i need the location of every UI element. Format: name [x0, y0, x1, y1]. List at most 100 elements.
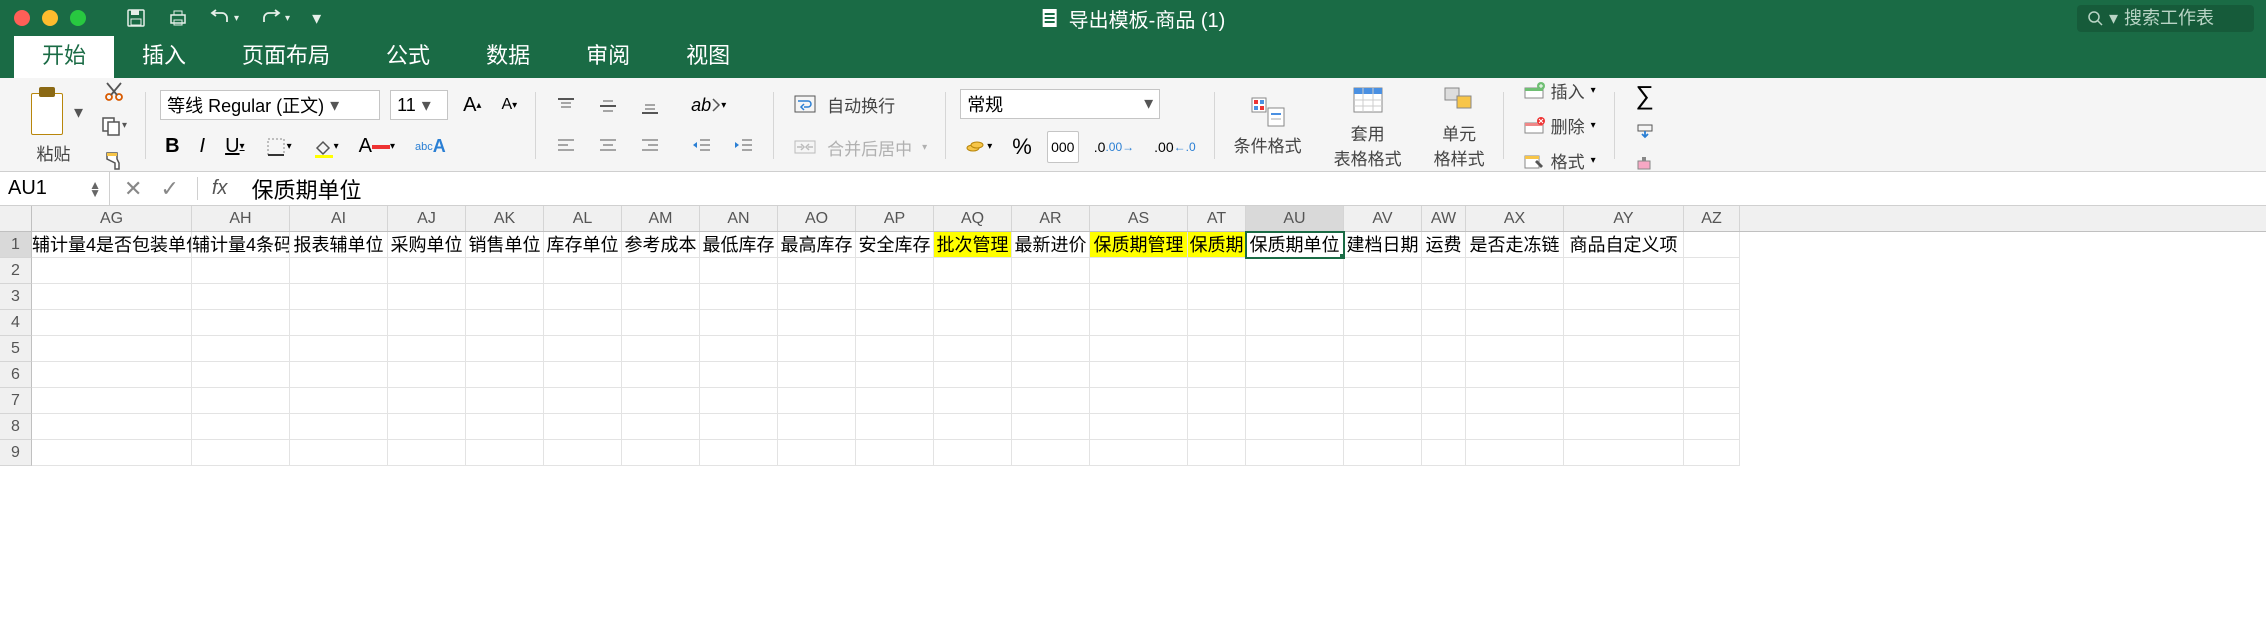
cell[interactable] — [778, 362, 856, 388]
cell[interactable] — [32, 414, 192, 440]
cell[interactable] — [388, 284, 466, 310]
cell[interactable] — [544, 388, 622, 414]
cell[interactable] — [856, 388, 934, 414]
row-header[interactable]: 9 — [0, 440, 32, 466]
align-middle-button[interactable] — [592, 92, 624, 120]
column-header-AM[interactable]: AM — [622, 206, 700, 231]
cell[interactable]: 建档日期 — [1344, 232, 1422, 258]
cell[interactable] — [1188, 336, 1246, 362]
cell[interactable]: 销售单位 — [466, 232, 544, 258]
cell[interactable] — [466, 258, 544, 284]
cell[interactable] — [700, 440, 778, 466]
conditional-format-button[interactable]: 条件格式 — [1229, 91, 1307, 160]
number-format-combo[interactable]: 常规▾ — [960, 89, 1160, 119]
paste-button[interactable] — [24, 86, 68, 138]
autosum-button[interactable]: ∑ — [1630, 77, 1659, 114]
cell[interactable] — [700, 388, 778, 414]
align-center-button[interactable] — [592, 132, 624, 160]
formula-input[interactable] — [241, 176, 2266, 202]
cell[interactable]: 辅计量4条码 — [192, 232, 290, 258]
cell[interactable] — [1564, 414, 1684, 440]
cell[interactable] — [388, 362, 466, 388]
format-as-table-button[interactable]: 套用 表格格式 — [1329, 79, 1407, 173]
cell[interactable]: 库存单位 — [544, 232, 622, 258]
minimize-window-button[interactable] — [42, 10, 58, 26]
cell[interactable] — [1344, 388, 1422, 414]
cell[interactable]: 是否走冻链 — [1466, 232, 1564, 258]
tab-view[interactable]: 视图 — [658, 30, 758, 78]
currency-button[interactable]: ▾ — [960, 133, 997, 161]
cell[interactable] — [1422, 258, 1466, 284]
column-header-AY[interactable]: AY — [1564, 206, 1684, 231]
column-header-AH[interactable]: AH — [192, 206, 290, 231]
cell[interactable] — [1422, 388, 1466, 414]
column-header-AX[interactable]: AX — [1466, 206, 1564, 231]
cell[interactable] — [1012, 414, 1090, 440]
cell[interactable]: 辅计量4是否包装单位 — [32, 232, 192, 258]
cell[interactable] — [856, 362, 934, 388]
cell[interactable]: 安全库存 — [856, 232, 934, 258]
cell[interactable] — [290, 440, 388, 466]
cell[interactable] — [1344, 336, 1422, 362]
cell[interactable] — [1188, 310, 1246, 336]
cell[interactable] — [1564, 310, 1684, 336]
cell[interactable] — [290, 258, 388, 284]
cell[interactable] — [1684, 362, 1740, 388]
tab-formula[interactable]: 公式 — [358, 30, 458, 78]
align-top-button[interactable] — [550, 92, 582, 120]
wrap-text-button[interactable]: 自动换行 — [788, 89, 900, 120]
cell[interactable] — [1466, 388, 1564, 414]
cell[interactable] — [856, 258, 934, 284]
cell[interactable] — [1564, 336, 1684, 362]
search-input[interactable] — [2124, 8, 2244, 29]
cell[interactable] — [1466, 284, 1564, 310]
print-icon[interactable] — [168, 8, 188, 28]
cell[interactable] — [934, 284, 1012, 310]
orientation-button[interactable]: ab▾ — [686, 92, 731, 119]
cell[interactable] — [1684, 388, 1740, 414]
cell[interactable] — [1246, 284, 1344, 310]
cell[interactable] — [1684, 310, 1740, 336]
fill-color-button[interactable]: ▾ — [307, 133, 344, 161]
cell[interactable] — [934, 362, 1012, 388]
phonetic-button[interactable]: abcA — [410, 133, 451, 160]
row-header[interactable]: 2 — [0, 258, 32, 284]
cell[interactable] — [1466, 258, 1564, 284]
cell[interactable] — [622, 362, 700, 388]
decrease-indent-button[interactable] — [686, 132, 718, 160]
cell[interactable] — [544, 440, 622, 466]
cell[interactable] — [1466, 310, 1564, 336]
cell[interactable] — [1012, 284, 1090, 310]
cell[interactable] — [290, 362, 388, 388]
cell[interactable] — [1012, 440, 1090, 466]
cell[interactable] — [32, 388, 192, 414]
cell[interactable] — [700, 258, 778, 284]
tab-review[interactable]: 审阅 — [558, 30, 658, 78]
column-header-AQ[interactable]: AQ — [934, 206, 1012, 231]
cell[interactable] — [1422, 336, 1466, 362]
cell[interactable] — [466, 310, 544, 336]
cell[interactable] — [1344, 362, 1422, 388]
cell[interactable] — [778, 258, 856, 284]
row-header[interactable]: 1 — [0, 232, 32, 258]
border-button[interactable]: ▾ — [260, 133, 297, 161]
cell[interactable] — [778, 388, 856, 414]
cell[interactable] — [1246, 258, 1344, 284]
cell[interactable]: 参考成本 — [622, 232, 700, 258]
cell[interactable] — [934, 440, 1012, 466]
cell[interactable] — [544, 414, 622, 440]
cell[interactable] — [622, 388, 700, 414]
cell[interactable] — [1188, 440, 1246, 466]
name-box-stepper[interactable]: ▲▼ — [89, 181, 101, 197]
row-header[interactable]: 3 — [0, 284, 32, 310]
cell[interactable] — [544, 336, 622, 362]
cell[interactable]: 最低库存 — [700, 232, 778, 258]
cell[interactable] — [290, 336, 388, 362]
cell[interactable] — [1012, 362, 1090, 388]
cell[interactable] — [934, 414, 1012, 440]
cell[interactable] — [778, 414, 856, 440]
cell[interactable] — [544, 310, 622, 336]
cell[interactable] — [544, 362, 622, 388]
cell[interactable] — [1422, 310, 1466, 336]
select-all-corner[interactable] — [0, 206, 32, 231]
